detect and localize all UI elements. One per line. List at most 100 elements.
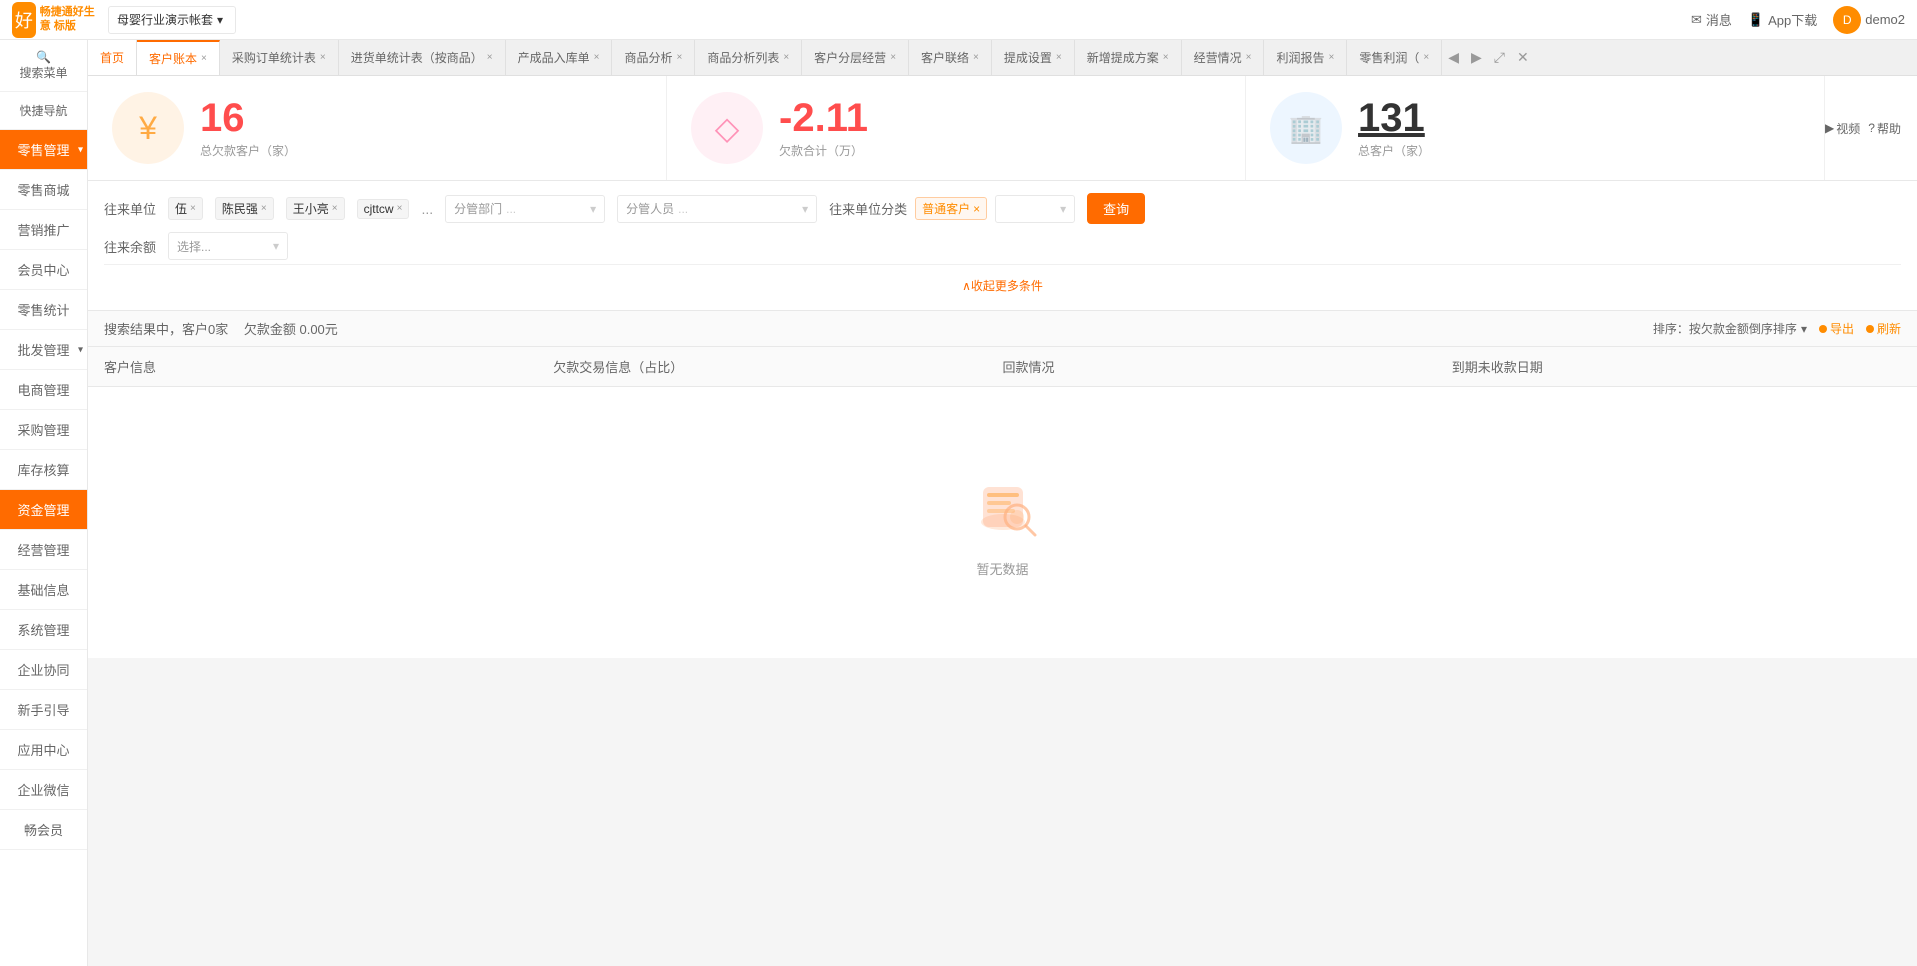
tab-close-icon[interactable]: × bbox=[973, 52, 979, 63]
filter-tag-close-1[interactable]: × bbox=[190, 203, 196, 214]
tab-close-all-button[interactable]: ✕ bbox=[1511, 49, 1535, 66]
tab-customer-tier[interactable]: 客户分层经营 × bbox=[802, 40, 909, 76]
tab-close-icon[interactable]: × bbox=[320, 52, 326, 63]
sidebar-item-ecommerce[interactable]: 电商管理 bbox=[0, 370, 87, 410]
tab-label: 商品分析列表 bbox=[707, 49, 779, 66]
app-download-button[interactable]: 📱 App下载 bbox=[1748, 10, 1817, 29]
sidebar-item-purchase[interactable]: 采购管理 bbox=[0, 410, 87, 450]
tab-add-commission-plan[interactable]: 新增提成方案 × bbox=[1075, 40, 1182, 76]
filter-collapse-button[interactable]: ∧ 收起更多条件 bbox=[958, 273, 1047, 298]
sidebar-item-retail-mall[interactable]: 零售商城 bbox=[0, 170, 87, 210]
manager-filter-label: 分管人员 bbox=[626, 200, 674, 217]
sidebar-quick-nav[interactable]: 快捷导航 bbox=[0, 92, 87, 130]
sidebar-item-label: 基础信息 bbox=[17, 583, 69, 598]
tab-prev-button[interactable]: ◀ bbox=[1442, 49, 1465, 66]
customer-type-tag: 普通客户 × bbox=[915, 197, 987, 220]
sidebar-item-label: 电商管理 bbox=[17, 383, 69, 398]
balance-filter-select[interactable]: 选择... ▾ bbox=[168, 232, 288, 260]
user-avatar-button[interactable]: D demo2 bbox=[1833, 6, 1905, 34]
tab-close-icon[interactable]: × bbox=[783, 52, 789, 63]
message-label: 消息 bbox=[1706, 10, 1732, 29]
tab-product-inbound[interactable]: 产成品入库单 × bbox=[506, 40, 613, 76]
tab-close-icon[interactable]: × bbox=[594, 52, 600, 63]
filter-tag-close-4[interactable]: × bbox=[397, 203, 403, 214]
sort-select[interactable]: 排序：按欠款金额倒序排序 ▾ bbox=[1653, 320, 1807, 337]
stat-info-customers: 16 总欠款客户（家） bbox=[200, 98, 296, 159]
tab-profit-report[interactable]: 利润报告 × bbox=[1264, 40, 1347, 76]
tab-retail-profit[interactable]: 零售利润（ × bbox=[1347, 40, 1442, 76]
tab-next-button[interactable]: ▶ bbox=[1465, 49, 1488, 66]
stats-row: ¥ 16 总欠款客户（家） ◇ -2.11 bbox=[88, 76, 1917, 181]
filter-collapse-row: ∧ 收起更多条件 bbox=[104, 264, 1901, 298]
sidebar-item-enterprise-wechat[interactable]: 企业微信 bbox=[0, 770, 87, 810]
sidebar-item-basic-info[interactable]: 基础信息 bbox=[0, 570, 87, 610]
sidebar-item-retail-stats[interactable]: 零售统计 bbox=[0, 290, 87, 330]
message-button[interactable]: ✉ 消息 bbox=[1691, 10, 1732, 29]
dept-filter-select[interactable]: 分管部门 ... ▾ bbox=[445, 195, 605, 223]
refresh-button[interactable]: 刷新 bbox=[1866, 320, 1901, 337]
sidebar-item-label: 批发管理 bbox=[17, 343, 69, 358]
query-button[interactable]: 查询 bbox=[1087, 193, 1145, 224]
tab-home[interactable]: 首页 bbox=[88, 40, 137, 76]
sidebar-item-retail-management[interactable]: 零售管理 ▾ bbox=[0, 130, 87, 170]
export-button[interactable]: 导出 bbox=[1819, 320, 1854, 337]
unit-class-select[interactable]: ▾ bbox=[995, 195, 1075, 223]
help-button[interactable]: ? 帮助 bbox=[1868, 120, 1901, 137]
tab-close-icon[interactable]: × bbox=[1423, 52, 1429, 63]
sidebar-item-marketing[interactable]: 营销推广 bbox=[0, 210, 87, 250]
tab-product-analysis-list[interactable]: 商品分析列表 × bbox=[695, 40, 802, 76]
sidebar-item-new-guide[interactable]: 新手引导 bbox=[0, 690, 87, 730]
filter-area: 往来单位 伍 × 陈民强 × 王小亮 × bbox=[88, 181, 1917, 311]
tab-close-icon[interactable]: × bbox=[1056, 52, 1062, 63]
tab-operations-status[interactable]: 经营情况 × bbox=[1182, 40, 1265, 76]
table-header: 客户信息 欠款交易信息（占比） 回款情况 到期未收款日期 bbox=[88, 347, 1917, 387]
sidebar-item-wholesale[interactable]: 批发管理 ▾ bbox=[0, 330, 87, 370]
sidebar-item-inventory[interactable]: 库存核算 bbox=[0, 450, 87, 490]
tab-purchase-stats-by-product[interactable]: 进货单统计表（按商品） × bbox=[339, 40, 506, 76]
tab-close-icon[interactable]: × bbox=[1246, 52, 1252, 63]
sidebar-item-label: 零售管理 bbox=[17, 143, 69, 158]
tab-close-icon[interactable]: × bbox=[201, 53, 207, 64]
tab-close-icon[interactable]: × bbox=[487, 52, 493, 63]
empty-state-icon bbox=[963, 467, 1043, 547]
sidebar-item-operations[interactable]: 经营管理 bbox=[0, 530, 87, 570]
stat-info-debt: -2.11 欠款合计（万） bbox=[779, 98, 868, 159]
tab-maximize-button[interactable]: ⤢ bbox=[1488, 49, 1511, 66]
tab-label: 客户账本 bbox=[149, 50, 197, 67]
tab-close-icon[interactable]: × bbox=[1328, 52, 1334, 63]
manager-filter-select[interactable]: 分管人员 ... ▾ bbox=[617, 195, 817, 223]
tab-product-analysis[interactable]: 商品分析 × bbox=[612, 40, 695, 76]
sidebar-item-label: 零售统计 bbox=[17, 303, 69, 318]
search-result-text: 搜索结果中，客户0家 bbox=[104, 322, 228, 337]
customer-type-label: 普通客户 bbox=[922, 200, 970, 217]
tab-commission-settings[interactable]: 提成设置 × bbox=[992, 40, 1075, 76]
table-header-date: 到期未收款日期 bbox=[1452, 357, 1901, 376]
video-button[interactable]: ▶ 视频 bbox=[1825, 120, 1860, 137]
tab-customer-ledger[interactable]: 客户账本 × bbox=[137, 40, 220, 76]
tab-bar: 首页 客户账本 × 采购订单统计表 × 进货单统计表（按商品） × 产成品入库单… bbox=[88, 40, 1917, 76]
tab-close-icon[interactable]: × bbox=[890, 52, 896, 63]
filter-tag-close-2[interactable]: × bbox=[261, 203, 267, 214]
refresh-dot-icon bbox=[1866, 325, 1874, 333]
customer-type-close[interactable]: × bbox=[973, 202, 980, 216]
chevron-down-icon: ▾ bbox=[590, 202, 596, 216]
sidebar-item-finance[interactable]: 资金管理 bbox=[0, 490, 87, 530]
tab-purchase-order-stats[interactable]: 采购订单统计表 × bbox=[220, 40, 339, 76]
filter-tag-close-3[interactable]: × bbox=[332, 203, 338, 214]
tab-customer-contact[interactable]: 客户联络 × bbox=[909, 40, 992, 76]
sidebar-item-enterprise-collab[interactable]: 企业协同 bbox=[0, 650, 87, 690]
sidebar-item-app-center[interactable]: 应用中心 bbox=[0, 730, 87, 770]
sidebar-item-member-center[interactable]: 会员中心 bbox=[0, 250, 87, 290]
tab-close-icon[interactable]: × bbox=[676, 52, 682, 63]
tab-label: 新增提成方案 bbox=[1087, 49, 1159, 66]
tab-close-icon[interactable]: × bbox=[1163, 52, 1169, 63]
sidebar-item-system[interactable]: 系统管理 bbox=[0, 610, 87, 650]
sidebar-item-label: 畅会员 bbox=[24, 823, 63, 838]
tab-label: 提成设置 bbox=[1004, 49, 1052, 66]
filter-more-button[interactable]: ... bbox=[421, 201, 433, 217]
tab-label: 商品分析 bbox=[624, 49, 672, 66]
stat-label-customers: 总欠款客户（家） bbox=[200, 142, 296, 159]
sidebar-item-member[interactable]: 畅会员 bbox=[0, 810, 87, 850]
sidebar-search[interactable]: 🔍 搜索菜单 bbox=[0, 40, 87, 92]
demo-account-select[interactable]: 母婴行业演示帐套 ▾ bbox=[108, 6, 236, 34]
